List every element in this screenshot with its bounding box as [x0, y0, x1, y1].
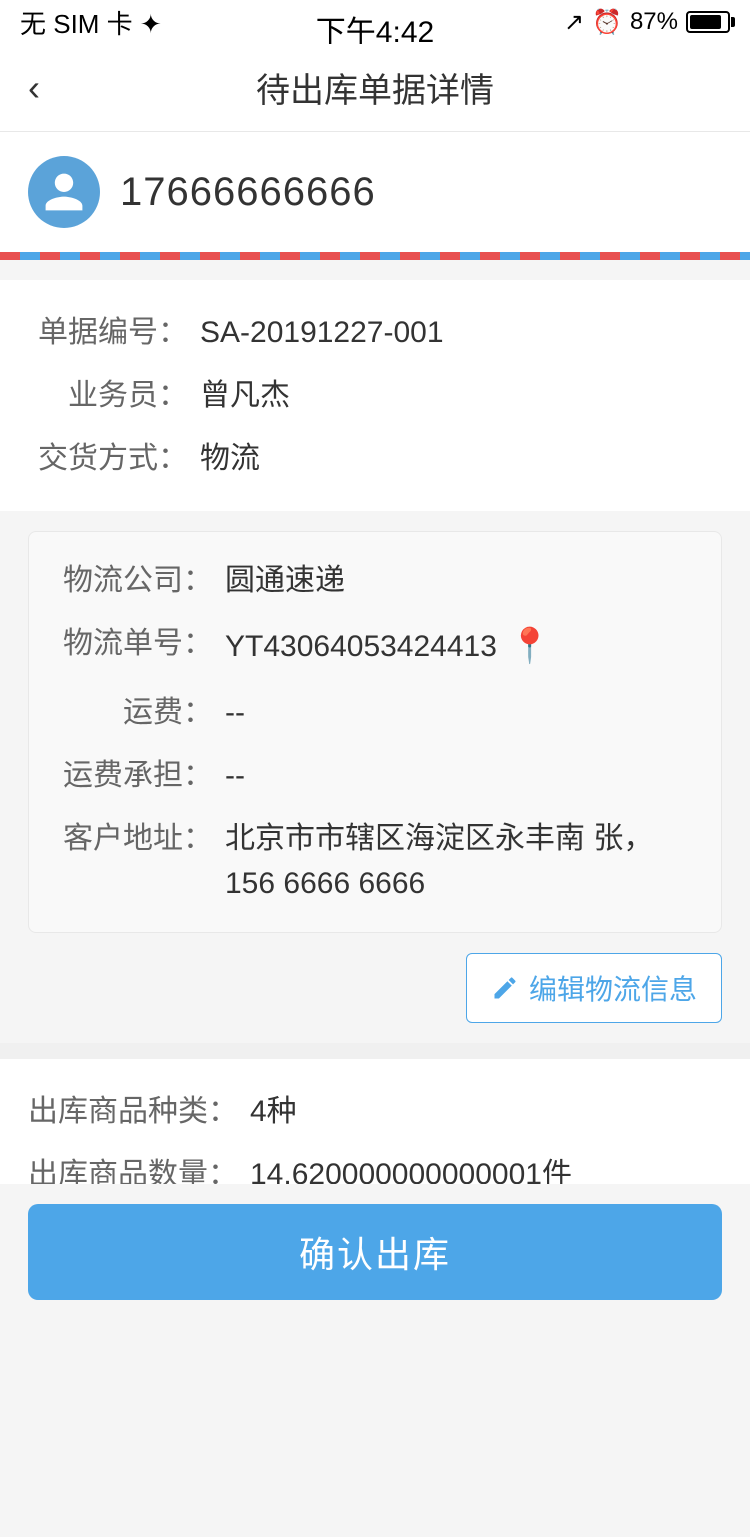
document-number-value: SA-20191227-001: [188, 310, 722, 355]
freight-value: --: [213, 690, 697, 735]
address-label: 客户地址：: [53, 816, 213, 861]
freight-label: 运费：: [53, 690, 213, 735]
tracking-number-row: 物流单号： YT43064053424413 📍: [53, 621, 697, 672]
confirm-btn-wrap: 确认出库: [0, 1184, 750, 1334]
edit-logistics-button[interactable]: 编辑物流信息: [466, 953, 722, 1023]
logistics-company-value: 圆通速递: [213, 558, 697, 603]
edit-icon: [491, 974, 519, 1002]
tracking-number-label: 物流单号：: [53, 621, 213, 666]
tracking-number-value: YT43064053424413 📍: [213, 621, 697, 672]
freight-bearer-label: 运费承担：: [53, 753, 213, 798]
status-bar: 无 SIM 卡 ✦ 下午4:42 ↗ ⏰ 87%: [0, 0, 750, 44]
logistics-company-row: 物流公司： 圆通速递: [53, 558, 697, 603]
back-button[interactable]: ‹: [28, 67, 40, 109]
status-battery-percent: 87%: [630, 8, 678, 36]
delivery-method-label: 交货方式：: [28, 436, 188, 481]
status-alarm-icon: ⏰: [592, 8, 622, 37]
goods-type-row: 出库商品种类： 4种: [28, 1089, 722, 1134]
goods-type-value: 4种: [238, 1089, 722, 1134]
document-number-row: 单据编号： SA-20191227-001: [28, 310, 722, 355]
page-title: 待出库单据详情: [256, 63, 494, 112]
delivery-method-row: 交货方式： 物流: [28, 436, 722, 481]
address-value: 北京市市辖区海淀区永丰南 张，156 6666 6666: [213, 816, 697, 906]
status-location-icon: ↗: [564, 8, 584, 37]
dashed-divider: [0, 252, 750, 260]
goods-type-label: 出库商品种类：: [28, 1089, 238, 1134]
address-row: 客户地址： 北京市市辖区海淀区永丰南 张，156 6666 6666: [53, 816, 697, 906]
user-avatar-icon: [41, 169, 87, 215]
freight-row: 运费： --: [53, 690, 697, 735]
location-icon[interactable]: 📍: [509, 621, 551, 672]
freight-bearer-value: --: [213, 753, 697, 798]
delivery-method-value: 物流: [188, 436, 722, 481]
user-phone: 17666666666: [120, 170, 376, 215]
user-header: 17666666666: [0, 132, 750, 252]
status-network: 无 SIM 卡 ✦: [20, 4, 162, 41]
salesperson-label: 业务员：: [28, 373, 188, 418]
bottom-spacer: [0, 1317, 750, 1537]
nav-bar: ‹ 待出库单据详情: [0, 44, 750, 132]
section-divider: [0, 1043, 750, 1059]
battery-icon: [686, 11, 730, 33]
freight-bearer-row: 运费承担： --: [53, 753, 697, 798]
salesperson-row: 业务员： 曾凡杰: [28, 373, 722, 418]
status-right: ↗ ⏰ 87%: [564, 8, 730, 37]
salesperson-value: 曾凡杰: [188, 373, 722, 418]
document-number-label: 单据编号：: [28, 310, 188, 355]
logistics-card: 物流公司： 圆通速递 物流单号： YT43064053424413 📍 运费： …: [28, 531, 722, 933]
edit-btn-row: 编辑物流信息: [0, 933, 750, 1023]
basic-info-section: 单据编号： SA-20191227-001 业务员： 曾凡杰 交货方式： 物流: [0, 280, 750, 511]
avatar: [28, 156, 100, 228]
logistics-company-label: 物流公司：: [53, 558, 213, 603]
confirm-out-button[interactable]: 确认出库: [28, 1204, 722, 1300]
